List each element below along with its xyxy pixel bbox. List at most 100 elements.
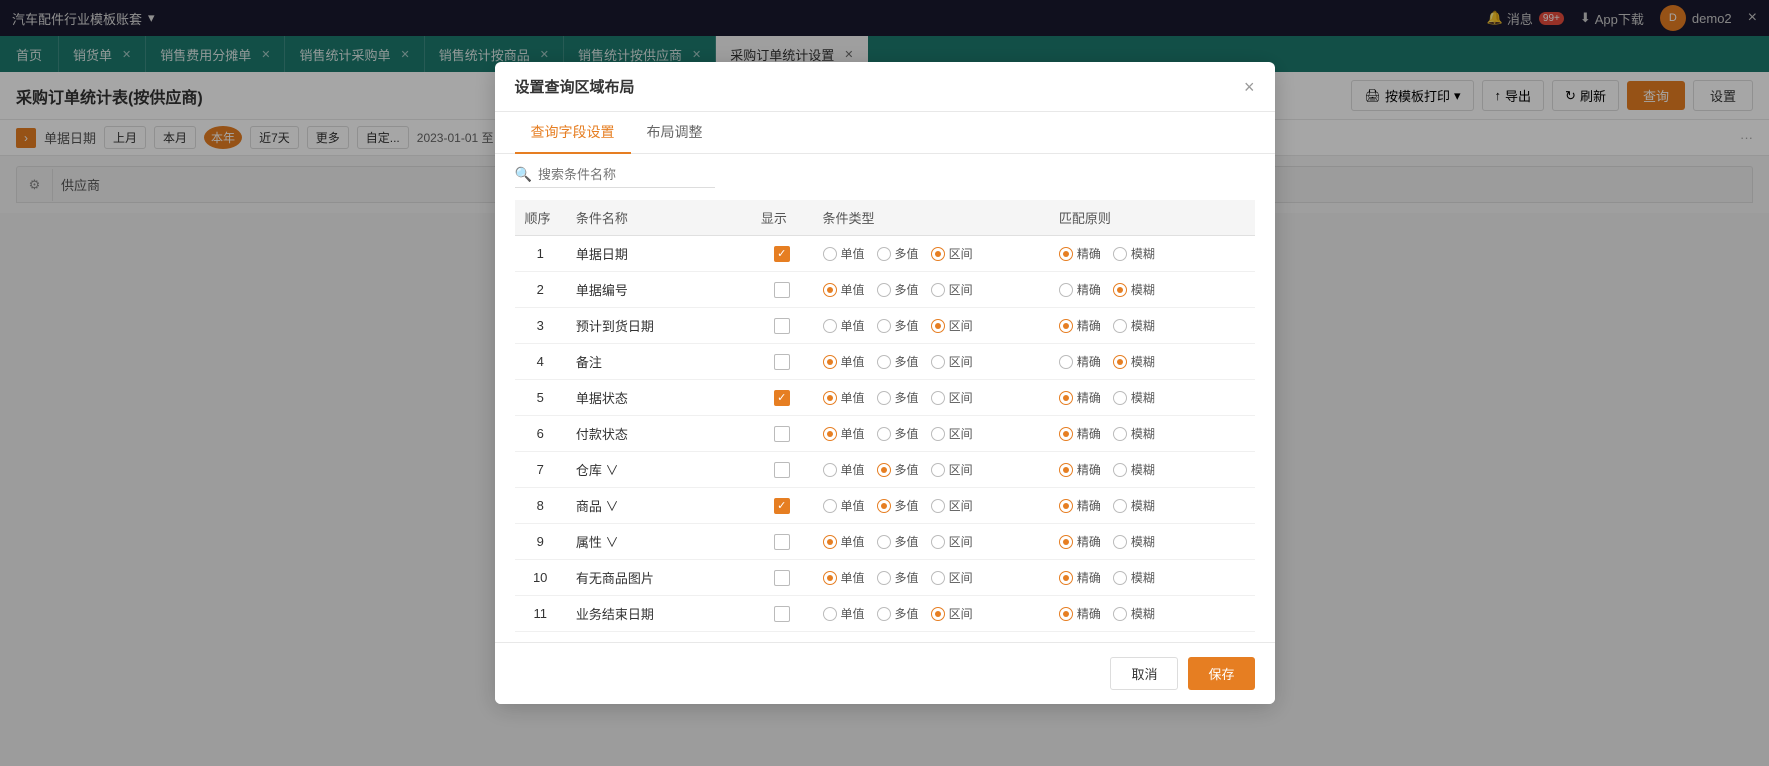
modal-close-button[interactable]: × xyxy=(1244,78,1255,96)
radio-type-type_single[interactable]: 单值 xyxy=(823,353,865,370)
radio-type-type_multi[interactable]: 多值 xyxy=(877,605,919,622)
radio-type-type_range[interactable]: 区间 xyxy=(931,245,973,262)
radio-type-type_multi[interactable]: 多值 xyxy=(877,461,919,478)
radio-type-type_multi[interactable]: 多值 xyxy=(877,353,919,370)
radio-type-type_multi[interactable]: 多值 xyxy=(877,281,919,298)
radio-type-type_range[interactable]: 区间 xyxy=(931,353,973,370)
radio-match-match_exact[interactable]: 精确 xyxy=(1059,281,1101,298)
radio-match-match_exact[interactable]: 精确 xyxy=(1059,605,1101,622)
row-show-checkbox[interactable] xyxy=(751,272,813,308)
radio-type-type_range[interactable]: 区间 xyxy=(931,497,973,514)
modal-overlay: 设置查询区域布局 × 查询字段设置 布局调整 🔍 顺序 xyxy=(0,0,1769,766)
radio-label: 区间 xyxy=(949,425,973,442)
show-checkbox[interactable] xyxy=(774,354,790,370)
radio-match-match_exact[interactable]: 精确 xyxy=(1059,389,1101,406)
radio-match-match_exact[interactable]: 精确 xyxy=(1059,533,1101,550)
save-button[interactable]: 保存 xyxy=(1188,657,1254,690)
row-order: 9 xyxy=(515,524,566,560)
radio-circle xyxy=(931,427,945,441)
row-show-checkbox[interactable] xyxy=(751,308,813,344)
row-match-radios: 精确模糊 xyxy=(1049,596,1255,632)
radio-circle xyxy=(1113,607,1127,621)
radio-type-type_single[interactable]: 单值 xyxy=(823,317,865,334)
row-show-checkbox[interactable] xyxy=(751,236,813,272)
radio-type-type_range[interactable]: 区间 xyxy=(931,281,973,298)
radio-match-match_fuzzy[interactable]: 模糊 xyxy=(1113,353,1155,370)
row-show-checkbox[interactable] xyxy=(751,344,813,380)
radio-type-type_single[interactable]: 单值 xyxy=(823,497,865,514)
radio-type-type_single[interactable]: 单值 xyxy=(823,461,865,478)
radio-match-match_exact[interactable]: 精确 xyxy=(1059,497,1101,514)
radio-type-type_range[interactable]: 区间 xyxy=(931,569,973,586)
row-show-checkbox[interactable] xyxy=(751,416,813,452)
row-show-checkbox[interactable] xyxy=(751,488,813,524)
show-checkbox[interactable] xyxy=(774,534,790,550)
radio-type-type_range[interactable]: 区间 xyxy=(931,317,973,334)
row-show-checkbox[interactable] xyxy=(751,524,813,560)
radio-match-match_exact[interactable]: 精确 xyxy=(1059,245,1101,262)
cancel-button[interactable]: 取消 xyxy=(1110,657,1178,690)
radio-type-type_single[interactable]: 单值 xyxy=(823,569,865,586)
radio-match-match_fuzzy[interactable]: 模糊 xyxy=(1113,425,1155,442)
show-checkbox[interactable] xyxy=(774,462,790,478)
radio-type-type_multi[interactable]: 多值 xyxy=(877,389,919,406)
modal-header: 设置查询区域布局 × xyxy=(495,62,1275,112)
radio-type-type_single[interactable]: 单值 xyxy=(823,281,865,298)
radio-match-match_exact[interactable]: 精确 xyxy=(1059,569,1101,586)
radio-circle xyxy=(1113,463,1127,477)
table-row: 5单据状态单值多值区间精确模糊 xyxy=(515,380,1255,416)
row-show-checkbox[interactable] xyxy=(751,596,813,632)
radio-match-match_fuzzy[interactable]: 模糊 xyxy=(1113,569,1155,586)
radio-match-match_exact[interactable]: 精确 xyxy=(1059,461,1101,478)
radio-circle xyxy=(823,247,837,261)
radio-match-match_fuzzy[interactable]: 模糊 xyxy=(1113,245,1155,262)
show-checkbox[interactable] xyxy=(774,246,790,262)
show-checkbox[interactable] xyxy=(774,498,790,514)
radio-type-type_range[interactable]: 区间 xyxy=(931,461,973,478)
radio-type-type_range[interactable]: 区间 xyxy=(931,389,973,406)
radio-label: 精确 xyxy=(1077,317,1101,334)
radio-match-match_exact[interactable]: 精确 xyxy=(1059,425,1101,442)
radio-type-type_single[interactable]: 单值 xyxy=(823,605,865,622)
radio-label: 区间 xyxy=(949,389,973,406)
show-checkbox[interactable] xyxy=(774,282,790,298)
radio-circle xyxy=(1113,535,1127,549)
radio-match-match_exact[interactable]: 精确 xyxy=(1059,353,1101,370)
radio-type-type_multi[interactable]: 多值 xyxy=(877,569,919,586)
modal-tab-query-fields[interactable]: 查询字段设置 xyxy=(515,112,631,154)
radio-match-match_fuzzy[interactable]: 模糊 xyxy=(1113,317,1155,334)
search-input[interactable] xyxy=(538,167,698,182)
row-show-checkbox[interactable] xyxy=(751,452,813,488)
row-match-radios: 精确模糊 xyxy=(1049,560,1255,596)
radio-type-type_single[interactable]: 单值 xyxy=(823,533,865,550)
radio-match-match_exact[interactable]: 精确 xyxy=(1059,317,1101,334)
modal-tab-layout[interactable]: 布局调整 xyxy=(631,112,719,154)
radio-type-type_multi[interactable]: 多值 xyxy=(877,245,919,262)
radio-match-match_fuzzy[interactable]: 模糊 xyxy=(1113,461,1155,478)
show-checkbox[interactable] xyxy=(774,426,790,442)
radio-type-type_multi[interactable]: 多值 xyxy=(877,497,919,514)
radio-type-type_multi[interactable]: 多值 xyxy=(877,425,919,442)
radio-type-type_multi[interactable]: 多值 xyxy=(877,533,919,550)
row-show-checkbox[interactable] xyxy=(751,380,813,416)
radio-type-type_multi[interactable]: 多值 xyxy=(877,317,919,334)
radio-match-match_fuzzy[interactable]: 模糊 xyxy=(1113,533,1155,550)
radio-type-type_range[interactable]: 区间 xyxy=(931,425,973,442)
show-checkbox[interactable] xyxy=(774,606,790,622)
radio-type-type_single[interactable]: 单值 xyxy=(823,389,865,406)
radio-type-type_range[interactable]: 区间 xyxy=(931,605,973,622)
radio-match-match_fuzzy[interactable]: 模糊 xyxy=(1113,389,1155,406)
radio-type-type_single[interactable]: 单值 xyxy=(823,425,865,442)
radio-type-type_range[interactable]: 区间 xyxy=(931,533,973,550)
radio-label: 多值 xyxy=(895,461,919,478)
show-checkbox[interactable] xyxy=(774,570,790,586)
show-checkbox[interactable] xyxy=(774,318,790,334)
radio-match-match_fuzzy[interactable]: 模糊 xyxy=(1113,497,1155,514)
radio-circle xyxy=(877,283,891,297)
radio-type-type_single[interactable]: 单值 xyxy=(823,245,865,262)
row-show-checkbox[interactable] xyxy=(751,560,813,596)
radio-match-match_fuzzy[interactable]: 模糊 xyxy=(1113,281,1155,298)
radio-circle xyxy=(1113,283,1127,297)
radio-match-match_fuzzy[interactable]: 模糊 xyxy=(1113,605,1155,622)
show-checkbox[interactable] xyxy=(774,390,790,406)
